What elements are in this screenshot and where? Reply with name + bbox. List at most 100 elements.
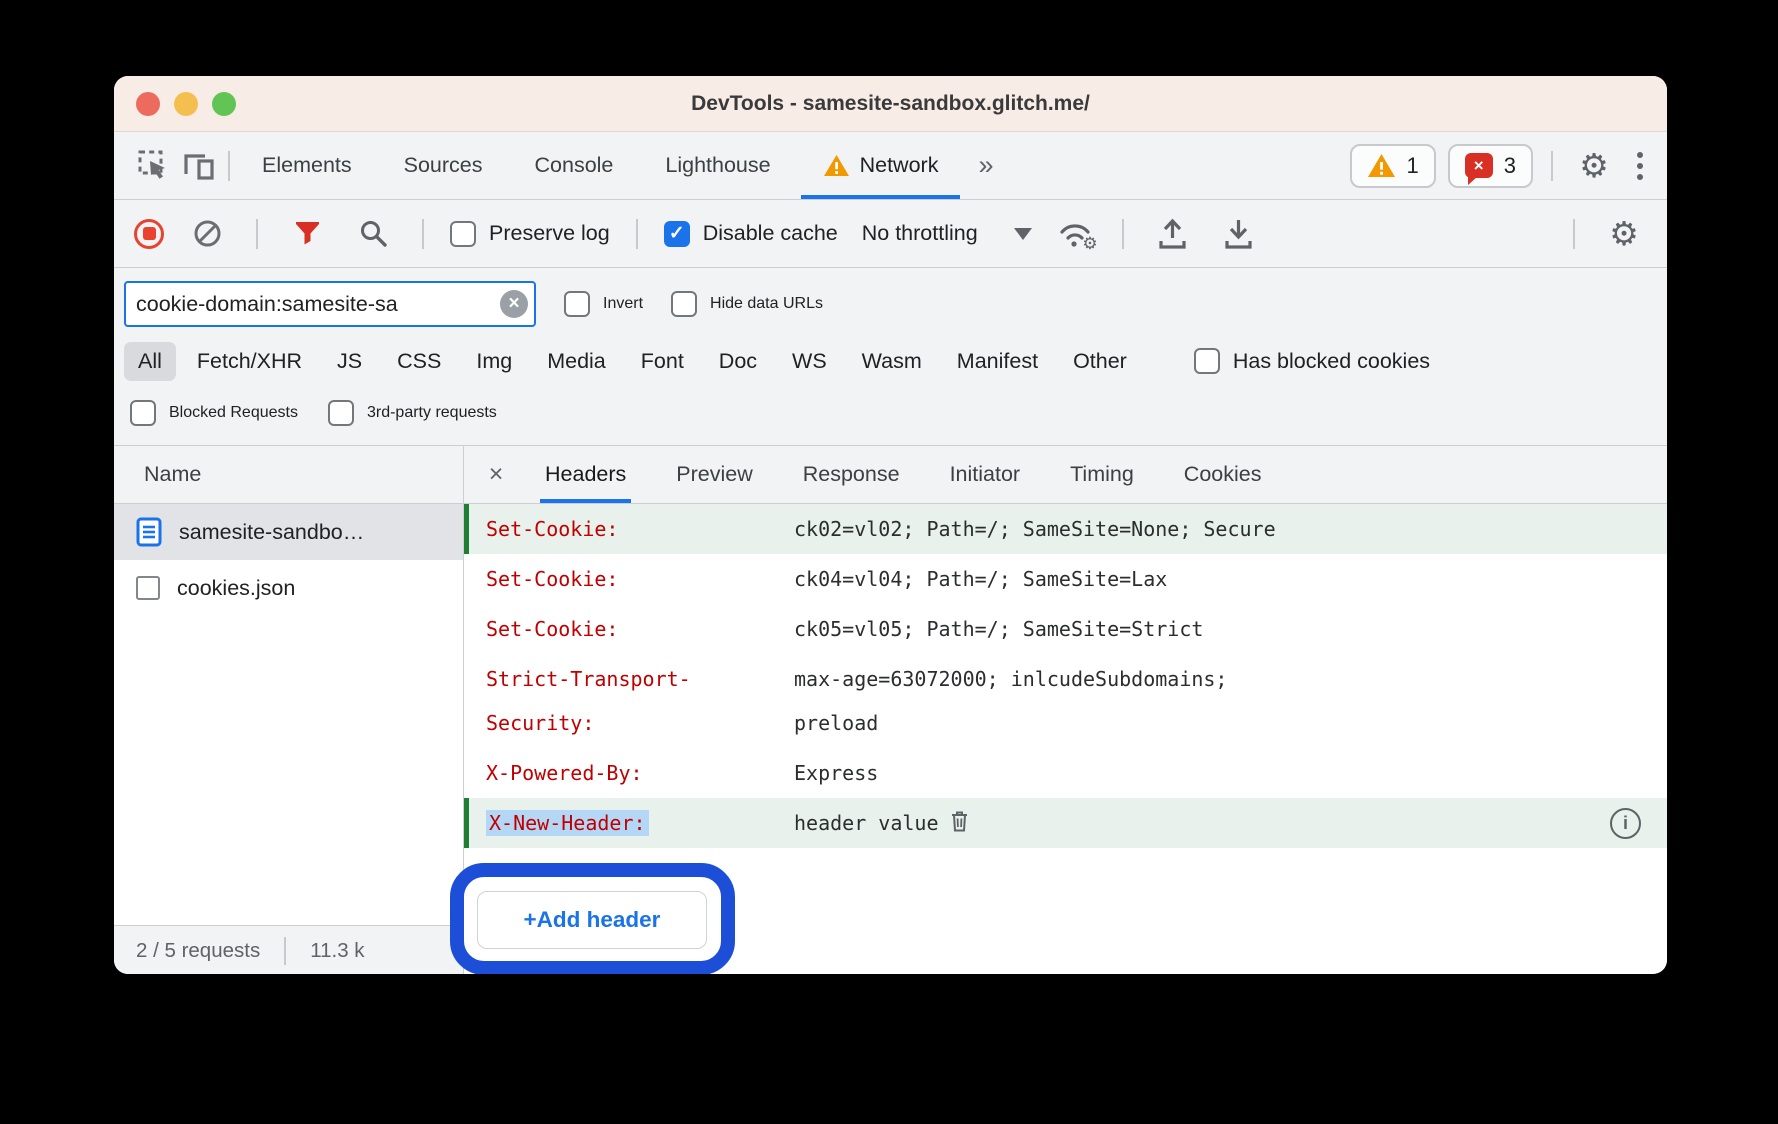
delete-header-trash-icon[interactable] [949,809,970,833]
throttling-dropdown[interactable]: No throttling [858,221,1036,246]
requests-count: 2 / 5 requests [136,939,260,963]
warning-count: 1 [1407,153,1419,179]
divider [636,219,638,249]
network-conditions-icon[interactable]: ⚙ [1056,216,1096,252]
type-filter-all[interactable]: All [124,342,176,381]
tab-lighthouse[interactable]: Lighthouse [639,132,796,199]
tab-response[interactable]: Response [778,446,925,503]
checkbox-label: Hide data URLs [710,295,823,313]
checkbox-label: 3rd-party requests [367,404,497,422]
detail-tab-bar: × Headers Preview Response Initiator Tim… [464,446,1667,504]
tab-label: Initiator [950,462,1021,487]
tab-sources[interactable]: Sources [378,132,509,199]
header-value: ck05=vl05; Path=/; SameSite=Strict [794,607,1647,651]
checkbox-label: Preserve log [489,221,610,246]
disable-cache-checkbox[interactable]: ✓ Disable cache [664,221,838,247]
type-filter-css[interactable]: CSS [383,342,455,381]
type-filter-media[interactable]: Media [533,342,620,381]
header-name: X-Powered-By: [486,751,794,795]
network-settings-gear-icon[interactable]: ⚙ [1601,211,1647,257]
type-filter-font[interactable]: Font [627,342,698,381]
filter-query: cookie-domain:samesite-sa [136,292,500,317]
header-value: max-age=63072000; inlcudeSubdomains; pre… [794,657,1647,745]
header-row: Set-Cookie: ck02=vl02; Path=/; SameSite=… [464,504,1667,554]
inspect-element-icon[interactable] [130,143,176,189]
blocked-requests-checkbox[interactable]: Blocked Requests [130,400,298,426]
has-blocked-cookies-checkbox[interactable]: Has blocked cookies [1194,348,1430,374]
tab-elements[interactable]: Elements [236,132,378,199]
type-filter-img[interactable]: Img [462,342,526,381]
close-icon[interactable]: × [472,460,520,489]
search-icon[interactable] [350,211,396,257]
request-row-cookies-json[interactable]: cookies.json [114,560,463,616]
info-icon[interactable]: i [1610,808,1641,839]
tab-label: Console [535,153,614,178]
tab-label: Headers [545,462,626,487]
device-toolbar-icon[interactable] [176,143,222,189]
filter-input[interactable]: cookie-domain:samesite-sa × [124,281,536,327]
tab-label: Sources [404,153,483,178]
header-value: Express [794,751,1647,795]
third-party-requests-checkbox[interactable]: 3rd-party requests [328,400,497,426]
type-filter-fetch-xhr[interactable]: Fetch/XHR [183,342,316,381]
tab-console[interactable]: Console [509,132,640,199]
header-row: X-Powered-By: Express [464,748,1667,798]
type-filter-other[interactable]: Other [1059,342,1141,381]
gear-overlay-icon: ⚙ [1082,234,1097,254]
record-network-log-button[interactable] [134,219,164,249]
import-har-upload-icon[interactable] [1150,211,1196,257]
type-filter-manifest[interactable]: Manifest [943,342,1052,381]
tab-initiator[interactable]: Initiator [925,446,1046,503]
error-count: 3 [1504,153,1516,179]
tab-cookies[interactable]: Cookies [1159,446,1287,503]
title-bar: DevTools - samesite-sandbox.glitch.me/ [114,76,1667,132]
warning-icon [1367,153,1396,178]
type-filter-wasm[interactable]: Wasm [848,342,936,381]
checkbox-unchecked [450,221,476,247]
invert-checkbox[interactable]: Invert [564,291,643,317]
request-row-samesite-sandbox[interactable]: samesite-sandbo… [114,504,463,560]
error-icon: × [1465,153,1493,178]
type-filter-js[interactable]: JS [323,342,376,381]
add-header-button[interactable]: +Add header [477,891,707,949]
zoom-window-button[interactable] [212,92,236,116]
close-window-button[interactable] [136,92,160,116]
export-har-download-icon[interactable] [1216,211,1262,257]
clear-filter-icon[interactable]: × [500,290,528,318]
preserve-log-checkbox[interactable]: Preserve log [450,221,610,247]
transferred-size: 11.3 k [310,939,364,963]
checkbox-unchecked [328,400,354,426]
divider [228,151,230,181]
clear-network-log-icon[interactable] [184,211,230,257]
name-column-header[interactable]: Name [114,446,463,504]
request-detail-panel: × Headers Preview Response Initiator Tim… [464,446,1667,974]
request-name: samesite-sandbo… [179,520,364,545]
divider [422,219,424,249]
type-filter-doc[interactable]: Doc [705,342,771,381]
more-tabs-chevron-icon[interactable]: » [964,150,1007,181]
tab-preview[interactable]: Preview [651,446,777,503]
header-name: Set-Cookie: [486,557,794,601]
header-name-editable[interactable]: X-New-Header: [486,801,794,845]
type-filter-ws[interactable]: WS [778,342,841,381]
tab-label: Elements [262,153,352,178]
errors-badge[interactable]: × 3 [1448,144,1533,188]
divider [1573,219,1575,249]
minimize-window-button[interactable] [174,92,198,116]
header-value-editable[interactable]: header value [794,801,1647,845]
kebab-menu-icon[interactable] [1629,152,1651,180]
hide-data-urls-checkbox[interactable]: Hide data URLs [671,291,823,317]
tab-label: Response [803,462,900,487]
checkbox-label: Blocked Requests [169,404,298,422]
checkbox-unchecked [1194,348,1220,374]
tab-network[interactable]: Network [797,132,965,199]
warnings-badge[interactable]: 1 [1350,144,1436,188]
settings-gear-icon[interactable]: ⚙ [1571,143,1617,189]
checkbox-checked: ✓ [664,221,690,247]
document-icon [136,517,162,547]
tab-timing[interactable]: Timing [1045,446,1159,503]
chevron-down-icon [1014,228,1032,240]
tab-headers[interactable]: Headers [520,446,651,503]
filter-funnel-icon[interactable] [284,211,330,257]
warning-icon [823,154,850,177]
